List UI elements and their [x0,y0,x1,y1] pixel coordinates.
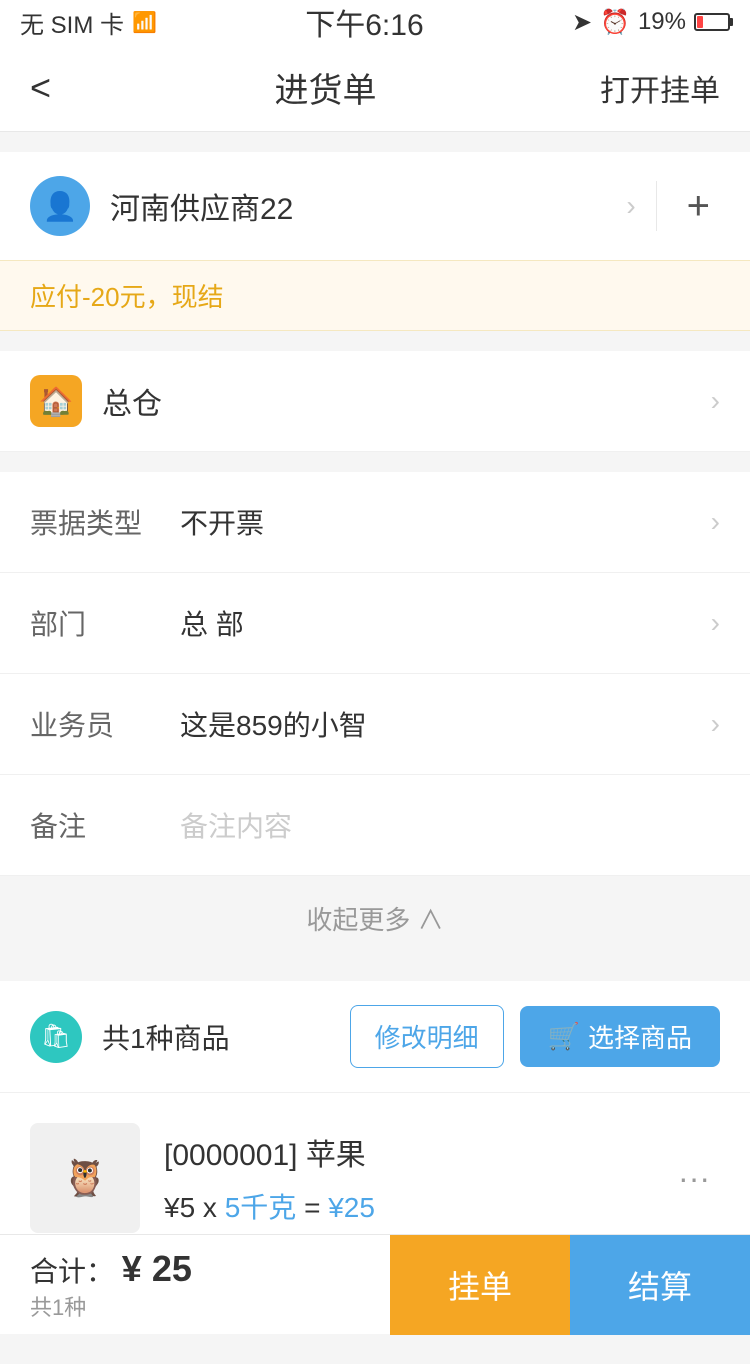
alarm-icon: ⏰ [600,8,630,37]
item-total: ¥25 [328,1192,375,1223]
salesman-chevron-icon: › [711,708,720,740]
product-price: ¥5 x 5千克 = ¥25 [164,1186,668,1226]
supplier-row[interactable]: 👤 河南供应商22 › + [0,152,750,260]
gap-4 [0,961,750,981]
carrier-label: 无 SIM 卡 [20,5,124,40]
dept-row[interactable]: 部门 总 部 › [0,573,750,674]
footer-total-row: 合计： ¥ 25 [30,1248,360,1290]
edit-detail-button[interactable]: 修改明细 [350,1005,504,1068]
owl-icon: 🦉 [63,1157,108,1199]
status-bar: 无 SIM 卡 📶 下午6:16 ➤ ⏰ 19% [0,0,750,44]
avatar-icon: 👤 [43,190,78,223]
warehouse-row[interactable]: 🏠 总仓 › [0,351,750,452]
product-info: [0000001] 苹果 ¥5 x 5千克 = ¥25 [164,1130,668,1226]
remark-label: 备注 [30,805,160,845]
payment-notice: 应付-20元，现结 [0,260,750,331]
status-right: ➤ ⏰ 19% [572,8,730,37]
total-sub: 共1种 [30,1290,360,1322]
warehouse-name: 总仓 [102,379,711,423]
collapse-label: 收起更多 ∧ [306,900,443,937]
status-left: 无 SIM 卡 📶 [20,5,157,40]
warehouse-chevron-icon: › [711,385,720,417]
unit-price: ¥5 [164,1192,195,1223]
form-card: 票据类型 不开票 › 部门 总 部 › 业务员 这是859的小智 › 备注 备注… [0,472,750,876]
hang-order-button[interactable]: 挂单 [390,1235,570,1335]
footer-total: 合计： ¥ 25 共1种 [0,1248,390,1322]
checkout-button[interactable]: 结算 [570,1235,750,1335]
wifi-icon: 📶 [132,10,157,35]
supplier-divider [656,181,657,231]
collapse-button[interactable]: 收起更多 ∧ [0,876,750,961]
salesman-value: 这是859的小智 [160,704,711,744]
product-count-label: 共1种商品 [102,1017,350,1057]
warehouse-icon: 🏠 [30,375,82,427]
open-hang-order-button[interactable]: 打开挂单 [600,66,720,110]
page-title: 进货单 [275,63,377,112]
product-card: 🛍 共1种商品 修改明细 🛒 选择商品 🦉 [0000001] 苹果 ¥5 x … [0,981,750,1264]
battery-icon [694,13,730,31]
product-name: [0000001] 苹果 [164,1130,668,1174]
invoice-label: 票据类型 [30,502,160,542]
gap-1 [0,132,750,152]
footer: 合计： ¥ 25 共1种 挂单 结算 [0,1234,750,1334]
select-product-label: 选择商品 [588,1018,692,1055]
supplier-avatar: 👤 [30,176,90,236]
remark-placeholder: 备注内容 [160,805,720,845]
gap-3 [0,452,750,472]
dept-value: 总 部 [160,603,711,643]
invoice-value: 不开票 [160,502,711,542]
select-product-button[interactable]: 🛒 选择商品 [520,1006,720,1067]
product-section-icon: 🛍 [30,1011,82,1063]
add-button[interactable]: + [677,184,720,229]
product-code: [0000001] [164,1139,297,1172]
product-thumbnail: 🦉 [30,1123,140,1233]
salesman-label: 业务员 [30,704,160,744]
dept-chevron-icon: › [711,607,720,639]
dept-label: 部门 [30,603,160,643]
warehouse-card: 🏠 总仓 › [0,351,750,452]
remark-row[interactable]: 备注 备注内容 [0,775,750,876]
battery-percent: 19% [638,8,686,36]
quantity: 5千克 [225,1192,297,1223]
cart-icon: 🛒 [548,1021,580,1052]
supplier-name: 河南供应商22 [110,184,626,228]
gap-2 [0,331,750,351]
more-button[interactable]: ··· [668,1150,720,1207]
back-button[interactable]: < [30,67,51,109]
bag-icon: 🛍 [41,1022,71,1051]
total-label: 合计： [30,1256,114,1287]
product-header: 🛍 共1种商品 修改明细 🛒 选择商品 [0,981,750,1093]
invoice-row[interactable]: 票据类型 不开票 › [0,472,750,573]
time-label: 下午6:16 [305,0,423,44]
supplier-chevron-icon: › [626,190,635,222]
salesman-row[interactable]: 业务员 这是859的小智 › [0,674,750,775]
nav-bar: < 进货单 打开挂单 [0,44,750,132]
invoice-chevron-icon: › [711,506,720,538]
product-title: 苹果 [306,1139,366,1172]
total-amount: ¥ 25 [122,1248,192,1289]
supplier-card: 👤 河南供应商22 › + 应付-20元，现结 [0,152,750,331]
location-icon: ➤ [572,8,592,37]
